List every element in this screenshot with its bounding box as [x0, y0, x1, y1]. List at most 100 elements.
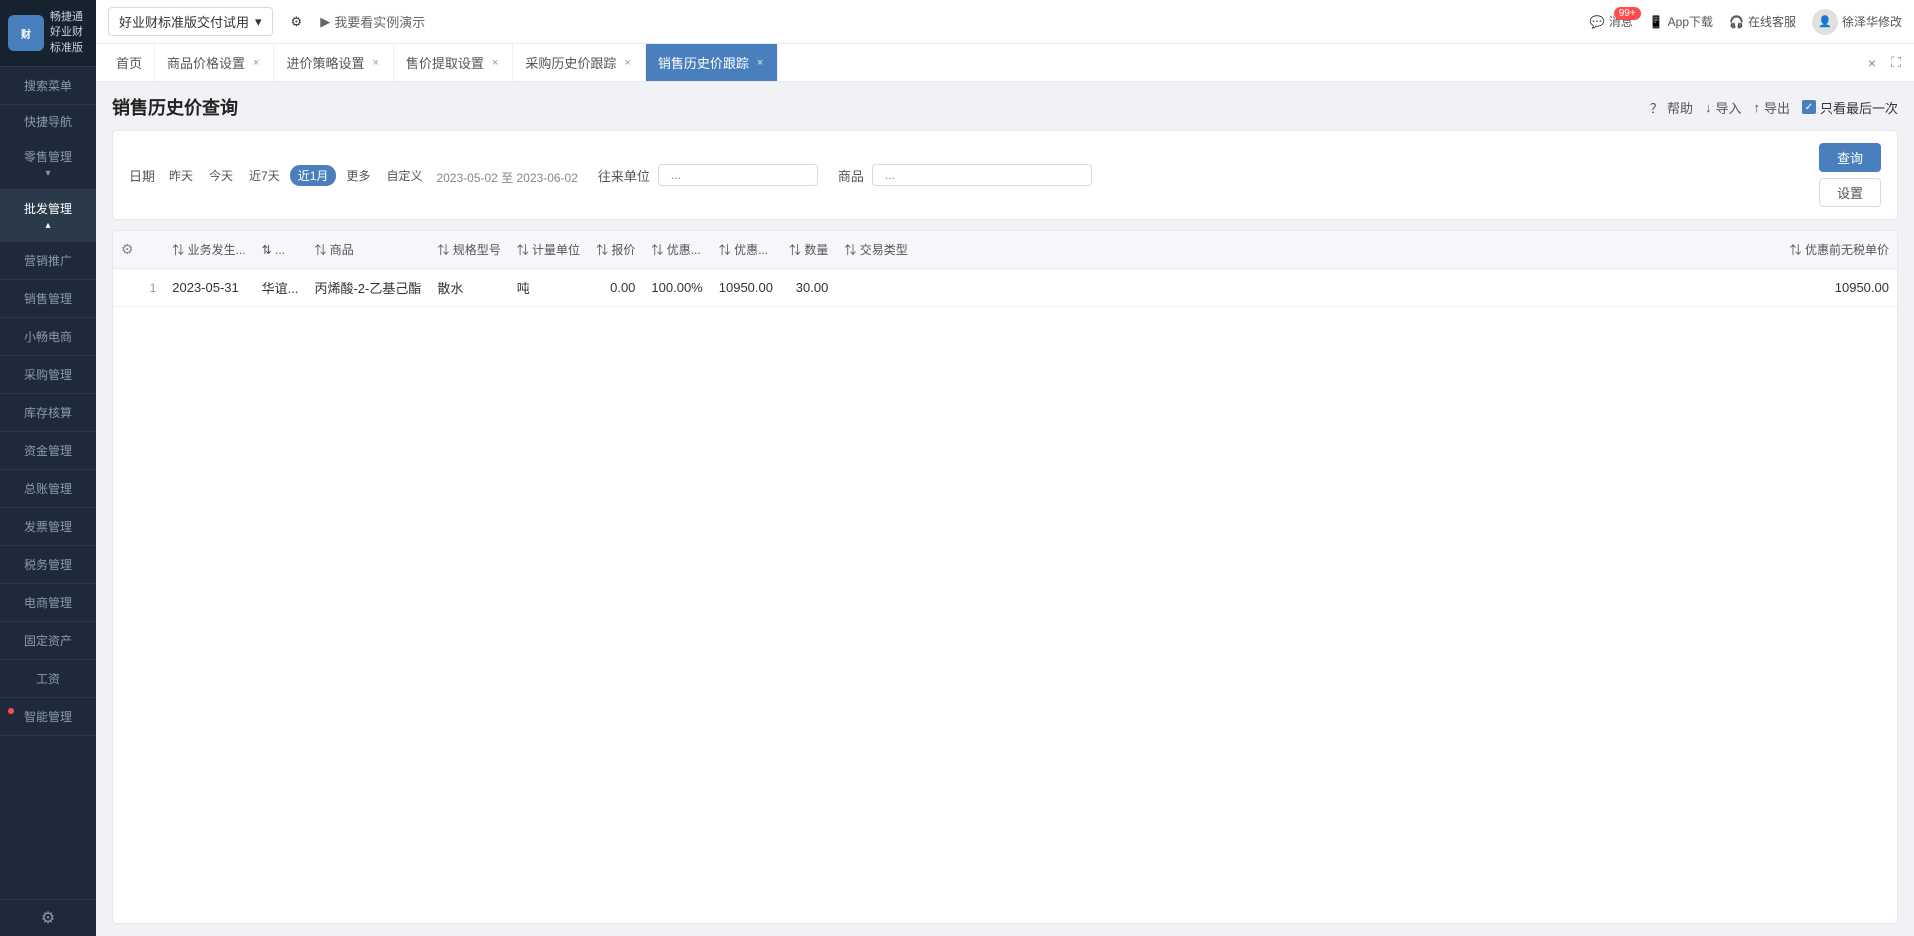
sidebar-item-fixed-assets[interactable]: 固定资产: [0, 622, 96, 660]
tab-product-price-close[interactable]: ×: [251, 56, 261, 70]
query-button[interactable]: 查询: [1819, 143, 1881, 172]
sidebar-item-ecommerce-small[interactable]: 小畅电商: [0, 318, 96, 356]
sidebar-item-tax[interactable]: 税务管理: [0, 546, 96, 584]
filter-settings-button[interactable]: 设置: [1819, 178, 1881, 207]
close-window-button[interactable]: ×: [1862, 53, 1882, 73]
product-dots-icon[interactable]: ...: [885, 168, 895, 182]
product-filter-group: 商品 ...: [838, 164, 1092, 186]
tab-purchase-strategy-close[interactable]: ×: [370, 56, 380, 70]
date-opt-week7[interactable]: 近7天: [243, 165, 286, 186]
sidebar-item-inventory[interactable]: 库存核算: [0, 394, 96, 432]
import-button[interactable]: ↓ 导入: [1705, 98, 1742, 117]
product-input[interactable]: ...: [872, 164, 1092, 186]
th-quantity[interactable]: ⇅ 数量: [781, 231, 836, 269]
maximize-window-button[interactable]: ⛶: [1886, 53, 1906, 73]
user-info[interactable]: 👤 徐泽华修改: [1812, 9, 1902, 35]
sidebar-item-ecommerce[interactable]: 电商管理: [0, 584, 96, 622]
sidebar-item-retail[interactable]: 零售管理 ▾: [0, 138, 96, 190]
column-gear-icon[interactable]: ⚙: [121, 241, 134, 257]
th-unit[interactable]: ⇅ 计量单位: [509, 231, 588, 269]
th-pretax-price[interactable]: ⇅ 优惠前无税单价: [1782, 231, 1897, 269]
settings-icon-btn[interactable]: ⚙: [285, 10, 309, 34]
export-icon: ↑: [1753, 100, 1760, 115]
th-trade-type[interactable]: ⇅ 交易类型: [836, 231, 915, 269]
app-download-button[interactable]: 📱 App下载: [1649, 13, 1713, 30]
sidebar-item-ledger[interactable]: 总账管理: [0, 470, 96, 508]
date-filter-label: 日期: [129, 166, 155, 185]
td-quantity: 30.00: [781, 269, 836, 307]
date-opt-more[interactable]: 更多: [340, 165, 376, 186]
online-service-button[interactable]: 🎧 在线客服: [1729, 13, 1796, 30]
help-button[interactable]: ？ 帮助: [1650, 98, 1693, 117]
source-filter-group: 往来单位 ...: [598, 164, 818, 186]
sidebar-gear-icon[interactable]: ⚙: [41, 908, 55, 928]
date-opt-today[interactable]: 今天: [203, 165, 239, 186]
tab-purchase-history[interactable]: 采购历史价跟踪 ×: [513, 44, 645, 82]
tab-purchase-history-close[interactable]: ×: [622, 56, 632, 70]
sidebar-item-wholesale[interactable]: 批发管理 ▴: [0, 190, 96, 242]
sidebar-item-marketing[interactable]: 营销推广: [0, 242, 96, 280]
tab-sale-extract-close[interactable]: ×: [490, 56, 500, 70]
td-pretax-price: 10950.00: [1782, 269, 1897, 307]
td-gear: [113, 269, 142, 307]
sidebar-item-salary[interactable]: 工资: [0, 660, 96, 698]
sidebar-item-smart[interactable]: 智能管理: [0, 698, 96, 736]
data-table-wrap: ⚙ ⇅ 业务发生... ⇅ ... ⇅ 商品 ⇅ 规格型号 ⇅ 计量单位 ⇅ 报…: [112, 230, 1898, 924]
sidebar: 财 畅捷通好业财 标准版 搜索菜单 快捷导航 零售管理 ▾ 批发管理 ▴ 营销推…: [0, 0, 96, 936]
gear-icon: ⚙: [291, 14, 303, 30]
date-opt-custom[interactable]: 自定义: [380, 165, 428, 186]
tab-sale-extract-label: 售价提取设置: [406, 53, 484, 72]
wholesale-expand-icon: ▴: [45, 220, 50, 231]
th-num: [142, 231, 165, 269]
window-controls: × ⛶: [1862, 53, 1906, 73]
tab-home-label: 首页: [116, 53, 142, 72]
tab-purchase-strategy-label: 进价策略设置: [286, 53, 364, 72]
message-icon: 💬: [1590, 15, 1605, 29]
topbar-right: 💬 消息 99+ 📱 App下载 🎧 在线客服 👤 徐泽华修改: [1590, 9, 1902, 35]
last-only-checkbox[interactable]: ✓ 只看最后一次: [1802, 98, 1898, 117]
th-biz-date[interactable]: ⇅ 业务发生...: [164, 231, 253, 269]
tab-purchase-strategy[interactable]: 进价策略设置 ×: [274, 44, 393, 82]
sidebar-item-finance[interactable]: 资金管理: [0, 432, 96, 470]
source-input[interactable]: ...: [658, 164, 818, 186]
tab-purchase-history-label: 采购历史价跟踪: [525, 53, 616, 72]
user-icon: 👤: [1818, 15, 1832, 28]
th-product[interactable]: ⇅ 商品: [306, 231, 429, 269]
logo-text: 畅捷通好业财 标准版: [50, 10, 88, 56]
td-biz-date: 2023-05-31: [164, 269, 253, 307]
tab-product-price[interactable]: 商品价格设置 ×: [155, 44, 274, 82]
help-icon: ？: [1650, 98, 1663, 117]
module-chevron-icon: ▾: [255, 14, 262, 30]
smart-indicator: [8, 708, 14, 714]
sidebar-item-sales[interactable]: 销售管理: [0, 280, 96, 318]
export-button[interactable]: ↑ 导出: [1753, 98, 1790, 117]
date-filter-group: 日期 昨天 今天 近7天 近1月 更多 自定义 2023-05-02 至 202…: [129, 165, 578, 186]
sidebar-item-purchase[interactable]: 采购管理: [0, 356, 96, 394]
date-opt-month1[interactable]: 近1月: [290, 165, 337, 186]
td-partner: 华谊...: [254, 269, 307, 307]
th-spacer: [916, 231, 1782, 269]
module-selector[interactable]: 好业财标准版交付试用 ▾: [108, 7, 273, 36]
tab-home[interactable]: 首页: [104, 44, 155, 82]
th-price[interactable]: ⇅ 报价: [588, 231, 643, 269]
td-num: 1: [142, 269, 165, 307]
tab-sale-history-label: 销售历史价跟踪: [658, 53, 749, 72]
tab-sale-history[interactable]: 销售历史价跟踪 ×: [646, 44, 778, 82]
page-area: 销售历史价查询 ？ 帮助 ↓ 导入 ↑ 导出 ✓ 只: [96, 82, 1914, 936]
th-gear: ⚙: [113, 231, 142, 269]
date-range-display: 2023-05-02 至 2023-06-02: [436, 169, 577, 186]
sidebar-item-invoice[interactable]: 发票管理: [0, 508, 96, 546]
th-more[interactable]: ⇅ ...: [254, 231, 307, 269]
demo-link[interactable]: ▶ 我要看实例演示: [320, 12, 425, 31]
tab-sale-extract[interactable]: 售价提取设置 ×: [394, 44, 513, 82]
th-spec[interactable]: ⇅ 规格型号: [429, 231, 508, 269]
date-opt-yesterday[interactable]: 昨天: [163, 165, 199, 186]
source-dots-icon[interactable]: ...: [671, 168, 681, 182]
sidebar-search[interactable]: 搜索菜单: [0, 67, 96, 105]
th-discount-pct[interactable]: ⇅ 优惠...: [643, 231, 710, 269]
tab-sale-history-close[interactable]: ×: [755, 56, 765, 70]
messages-button[interactable]: 💬 消息 99+: [1590, 13, 1633, 30]
th-discount-amt[interactable]: ⇅ 优惠...: [711, 231, 781, 269]
page-header: 销售历史价查询 ？ 帮助 ↓ 导入 ↑ 导出 ✓ 只: [112, 94, 1898, 120]
sidebar-item-quick-nav[interactable]: 快捷导航: [0, 105, 96, 138]
